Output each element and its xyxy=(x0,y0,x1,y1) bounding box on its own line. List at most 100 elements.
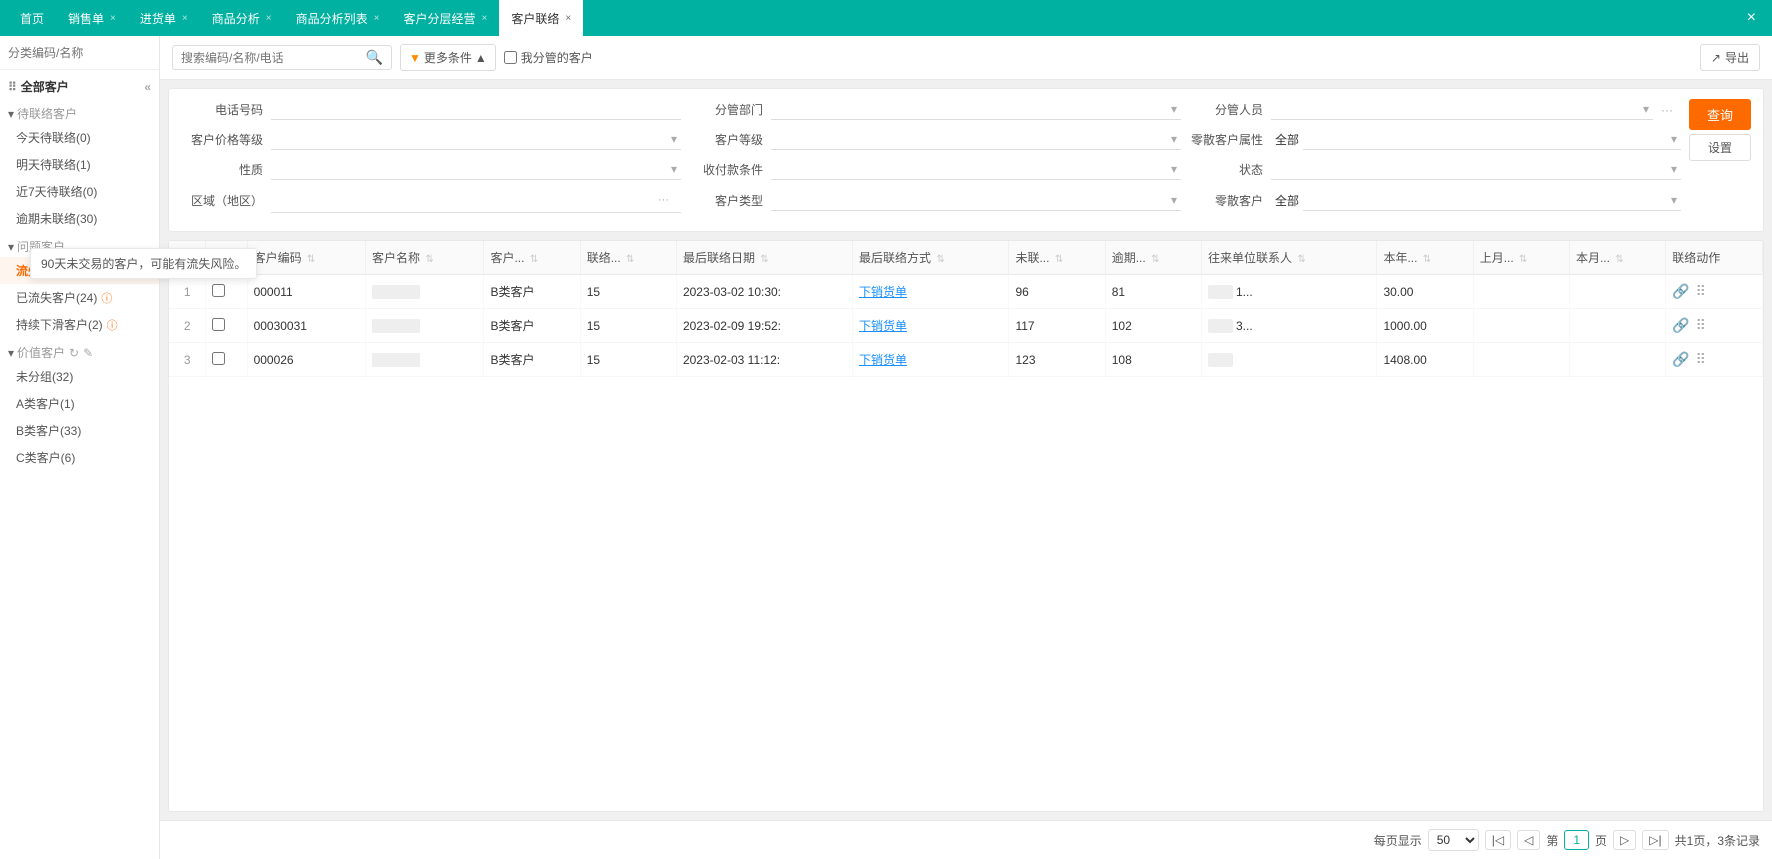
filter-select-customer-type[interactable]: ▾ xyxy=(771,190,1181,211)
nav-sales[interactable]: 销售单 × xyxy=(56,0,128,36)
nav-customer-segment[interactable]: 客户分层经营 × xyxy=(391,0,499,36)
export-button[interactable]: ↗ 导出 xyxy=(1700,44,1760,71)
filter-select-payment[interactable]: ▾ xyxy=(771,159,1181,180)
nav-customer-contact-label: 客户联络 xyxy=(511,10,559,27)
action-link-icon-2[interactable]: 🔗 xyxy=(1672,317,1689,334)
action-link-icon-1[interactable]: 🔗 xyxy=(1672,283,1689,300)
setting-button[interactable]: 设置 xyxy=(1689,134,1751,161)
nav-customer-segment-close[interactable]: × xyxy=(481,13,487,24)
sidebar-item-lost-customers[interactable]: 已流失客户(24) ⓘ xyxy=(0,284,159,311)
row-checkbox-input-3[interactable] xyxy=(212,352,225,365)
action-link-icon-3[interactable]: 🔗 xyxy=(1672,351,1689,368)
next-page-button[interactable]: ▷ xyxy=(1613,830,1636,850)
action-more-icon-3[interactable]: ⠿ xyxy=(1696,351,1706,368)
nav-customer-contact[interactable]: 客户联络 × xyxy=(499,0,583,36)
row-company-contact-3 xyxy=(1201,343,1376,377)
query-button[interactable]: 查询 xyxy=(1689,99,1751,130)
row-uncontact-2: 117 xyxy=(1009,309,1105,343)
nav-product-analysis-list[interactable]: 商品分析列表 × xyxy=(284,0,392,36)
search-button[interactable]: 🔍 xyxy=(366,49,383,66)
sidebar-item-declining-customers[interactable]: 持续下滑客户(2) ⓘ xyxy=(0,311,159,338)
action-more-icon-1[interactable]: ⠿ xyxy=(1696,283,1706,300)
nav-sales-close[interactable]: × xyxy=(110,13,116,24)
filter-dots-region[interactable]: ··· xyxy=(650,191,677,209)
main-layout: 🔍 ⠿ 全部客户 « ▾ 待联络客户 今天待联络(0) 明天待联络(1) 近7天… xyxy=(0,36,1772,859)
sidebar-item-tomorrow-contact[interactable]: 明天待联络(1) xyxy=(0,151,159,178)
nav-purchase-close[interactable]: × xyxy=(182,13,188,24)
filter-select-status[interactable]: ▾ xyxy=(1271,159,1681,180)
row-checkbox-input-1[interactable] xyxy=(212,284,225,297)
my-customers-checkbox[interactable] xyxy=(504,51,517,64)
top-navigation: 首页 销售单 × 进货单 × 商品分析 × 商品分析列表 × 客户分层经营 × … xyxy=(0,0,1772,36)
filter-select-nature[interactable]: ▾ xyxy=(271,159,681,180)
action-more-icon-2[interactable]: ⠿ xyxy=(1696,317,1706,334)
row-last-contact-method-2[interactable]: 下销货单 xyxy=(853,309,1009,343)
chevron-up-icon: ▲ xyxy=(475,51,487,65)
filter-dots-manager[interactable]: ··· xyxy=(1653,100,1681,120)
filter-label-retail-attr: 零散客户属性 xyxy=(1181,131,1271,148)
filter-input-phone[interactable] xyxy=(271,99,681,120)
edit-icon[interactable]: ✎ xyxy=(83,346,93,360)
filter-icon: ▼ xyxy=(409,51,421,65)
filter-select-dept[interactable]: ▾ xyxy=(771,99,1181,120)
row-code-2: 00030031 xyxy=(247,309,365,343)
close-all-button[interactable]: × xyxy=(1739,9,1764,27)
arrow-icon2: ▾ xyxy=(8,240,14,254)
nav-home[interactable]: 首页 xyxy=(8,0,56,36)
sidebar-search-input[interactable] xyxy=(8,46,160,60)
current-page: 1 xyxy=(1564,830,1589,850)
th-contact: 联络... ⇅ xyxy=(580,241,676,275)
row-type-2: B类客户 xyxy=(484,309,580,343)
th-this-year: 本年... ⇅ xyxy=(1377,241,1473,275)
nav-purchase[interactable]: 进货单 × xyxy=(128,0,200,36)
sidebar-item-today-contact[interactable]: 今天待联络(0) xyxy=(0,124,159,151)
filter-button[interactable]: ▼ 更多条件 ▲ xyxy=(400,44,496,71)
sort-icon10: ⇅ xyxy=(1423,254,1431,265)
filter-select-customer-grade[interactable]: ▾ xyxy=(771,129,1181,150)
nav-product-analysis-close[interactable]: × xyxy=(266,13,272,24)
filter-select-retail-customer[interactable]: ▾ xyxy=(1303,190,1681,211)
nav-customer-contact-close[interactable]: × xyxy=(565,13,571,24)
filter-select-price-grade[interactable]: ▾ xyxy=(271,129,681,150)
row-code-1: 000011 xyxy=(247,275,365,309)
nav-product-analysis[interactable]: 商品分析 × xyxy=(200,0,284,36)
filter-select-retail-attr[interactable]: ▾ xyxy=(1303,129,1681,150)
sort-icon4: ⇅ xyxy=(626,254,634,265)
prev-page-button[interactable]: ◁ xyxy=(1517,830,1540,850)
row-num-1: 1 xyxy=(169,275,206,309)
my-customers-checkbox-label[interactable]: 我分管的客户 xyxy=(504,49,593,66)
first-page-button[interactable]: |◁ xyxy=(1485,830,1511,850)
row-name-2 xyxy=(366,309,484,343)
sidebar-item-class-b[interactable]: B类客户(33) xyxy=(0,417,159,444)
sidebar-item-class-a[interactable]: A类客户(1) xyxy=(0,390,159,417)
filter-cell-payment: 收付款条件 ▾ xyxy=(681,159,1181,180)
filter-select-manager[interactable]: ▾ xyxy=(1271,99,1653,120)
row-type-1: B类客户 xyxy=(484,275,580,309)
filter-row-4: 区域（地区） ··· 客户类型 ▾ xyxy=(181,188,1681,213)
sidebar-item-7day-contact[interactable]: 近7天待联络(0) xyxy=(0,178,159,205)
row-last-month-3 xyxy=(1473,343,1569,377)
row-name-1 xyxy=(366,275,484,309)
row-checkbox-3[interactable] xyxy=(206,343,247,377)
sidebar-item-class-c[interactable]: C类客户(6) xyxy=(0,444,159,471)
row-last-contact-method-1[interactable]: 下销货单 xyxy=(853,275,1009,309)
page-prefix-label: 第 xyxy=(1546,832,1558,849)
row-checkbox-1[interactable] xyxy=(206,275,247,309)
search-input[interactable] xyxy=(181,51,366,65)
row-checkbox-input-2[interactable] xyxy=(212,318,225,331)
filter-label-payment: 收付款条件 xyxy=(681,161,771,178)
row-last-contact-method-3[interactable]: 下销货单 xyxy=(853,343,1009,377)
row-contact-2: 15 xyxy=(580,309,676,343)
sidebar-item-overdue-contact[interactable]: 逾期未联络(30) xyxy=(0,205,159,232)
last-page-button[interactable]: ▷| xyxy=(1642,830,1668,850)
blurred-name-3 xyxy=(372,353,420,367)
nav-product-analysis-list-close[interactable]: × xyxy=(374,13,380,24)
filter-row-3: 性质 ▾ 收付款条件 ▾ xyxy=(181,159,1681,180)
filter-select-region[interactable]: ··· xyxy=(271,188,681,213)
page-size-select[interactable]: 50 20 100 xyxy=(1428,829,1479,851)
refresh-icon[interactable]: ↻ xyxy=(69,346,79,360)
sidebar-item-unclassified[interactable]: 未分组(32) xyxy=(0,363,159,390)
th-last-month: 上月... ⇅ xyxy=(1473,241,1569,275)
sidebar-all-customers[interactable]: ⠿ 全部客户 « xyxy=(0,70,159,99)
row-checkbox-2[interactable] xyxy=(206,309,247,343)
